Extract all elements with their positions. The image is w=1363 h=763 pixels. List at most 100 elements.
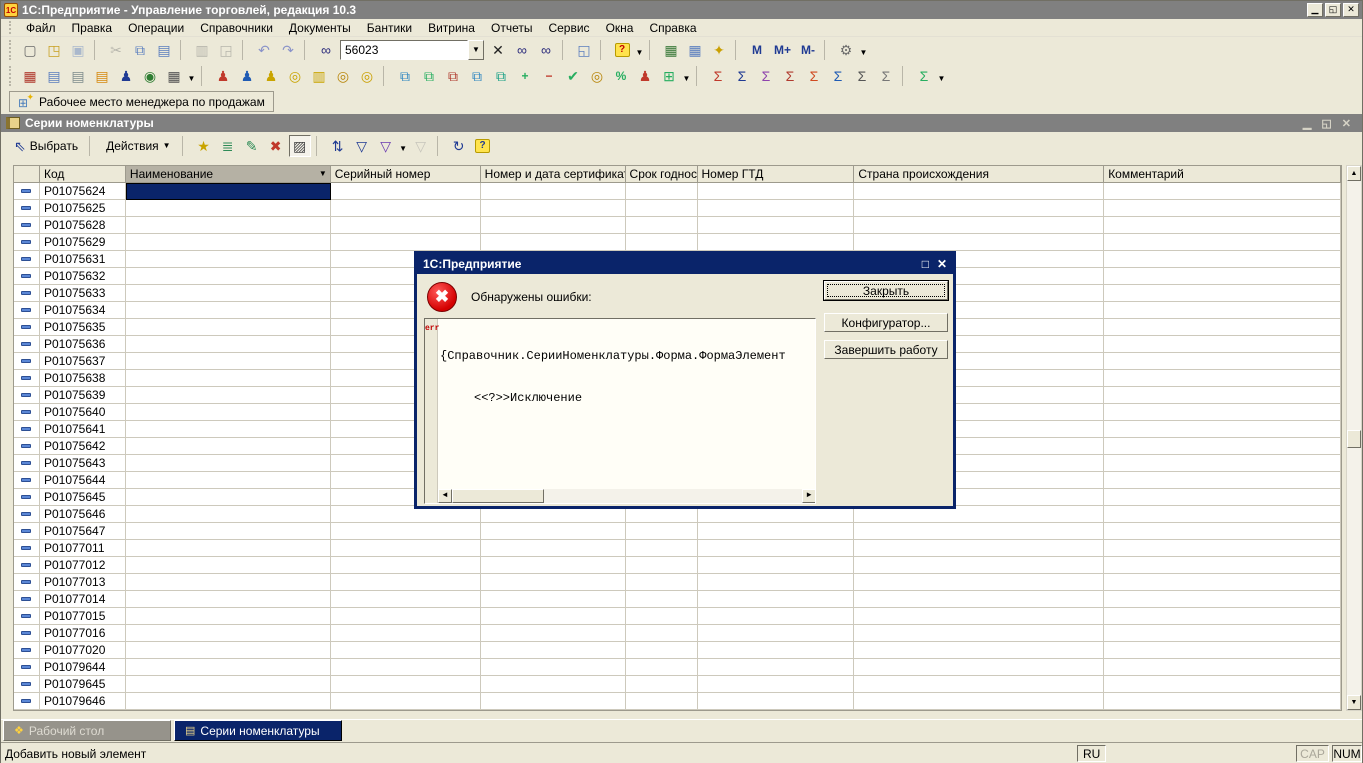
cell-country[interactable] xyxy=(854,200,1105,217)
cell-code[interactable]: P01075646 xyxy=(39,506,126,523)
cell-serial[interactable] xyxy=(330,200,481,217)
cell-certificate[interactable] xyxy=(480,693,626,710)
cell-code[interactable]: P01075641 xyxy=(39,421,126,438)
copy-button[interactable]: ⧉ xyxy=(129,39,151,61)
cell-comment[interactable] xyxy=(1104,540,1341,557)
cell-name[interactable] xyxy=(125,285,331,302)
cell-code[interactable]: P01075643 xyxy=(39,455,126,472)
report-cube-blue-button[interactable]: Σ xyxy=(827,65,849,87)
menu-vitrina[interactable]: Витрина xyxy=(420,20,483,36)
cell-gtd[interactable] xyxy=(697,676,855,693)
add-item-button[interactable]: ★ xyxy=(193,135,215,157)
cell-comment[interactable] xyxy=(1104,336,1341,353)
cell-name[interactable] xyxy=(125,251,331,268)
cell-country[interactable] xyxy=(854,625,1105,642)
table-row[interactable]: P01075628 xyxy=(14,217,1341,234)
cell-code[interactable]: P01075635 xyxy=(39,319,126,336)
cell-country[interactable] xyxy=(854,557,1105,574)
scroll-left-button[interactable]: ◄ xyxy=(438,489,452,503)
buyer-order-button[interactable]: ♟ xyxy=(212,65,234,87)
cell-gtd[interactable] xyxy=(697,183,855,200)
cell-certificate[interactable] xyxy=(480,234,626,251)
cell-expiry[interactable] xyxy=(625,540,698,557)
cell-certificate[interactable] xyxy=(480,540,626,557)
service-tools-button[interactable]: ⚙ xyxy=(835,39,857,61)
cell-name[interactable] xyxy=(125,336,331,353)
table-row[interactable]: P01077020 xyxy=(14,642,1341,659)
cell-code[interactable]: P01075629 xyxy=(39,234,126,251)
cell-expiry[interactable] xyxy=(625,642,698,659)
cell-comment[interactable] xyxy=(1104,217,1341,234)
cell-code[interactable]: P01075631 xyxy=(39,251,126,268)
service-tools-button-dropdown[interactable]: ▼ xyxy=(858,39,869,61)
cell-comment[interactable] xyxy=(1104,557,1341,574)
cell-country[interactable] xyxy=(854,540,1105,557)
menu-file[interactable]: Файл xyxy=(18,20,64,36)
cell-country[interactable] xyxy=(854,608,1105,625)
find-next-button[interactable]: ∞ xyxy=(511,39,533,61)
cell-name[interactable] xyxy=(125,659,331,676)
cell-gtd[interactable] xyxy=(697,574,855,591)
cell-name[interactable] xyxy=(125,625,331,642)
doc-client-button[interactable]: ♟ xyxy=(634,65,656,87)
memory-button[interactable]: М xyxy=(746,39,768,61)
cell-comment[interactable] xyxy=(1104,625,1341,642)
menu-edit[interactable]: Правка xyxy=(64,20,121,36)
cell-code[interactable]: P01077015 xyxy=(39,608,126,625)
cell-serial[interactable] xyxy=(330,642,481,659)
cell-name[interactable] xyxy=(125,387,331,404)
counterparties-button[interactable]: ♟ xyxy=(115,65,137,87)
cell-certificate[interactable] xyxy=(480,608,626,625)
cell-certificate[interactable] xyxy=(480,217,626,234)
pos-terminal-button[interactable]: ▦ xyxy=(163,65,185,87)
vertical-scrollbar[interactable]: ▲ ▼ xyxy=(1346,165,1362,711)
cell-country[interactable] xyxy=(854,591,1105,608)
cell-expiry[interactable] xyxy=(625,693,698,710)
configurator-button[interactable]: Конфигуратор... xyxy=(824,313,948,332)
buyer-invoice-button[interactable]: ♟ xyxy=(236,65,258,87)
cell-name[interactable] xyxy=(125,693,331,710)
close-error-button[interactable]: Закрыть xyxy=(824,281,948,300)
cell-certificate[interactable] xyxy=(480,574,626,591)
doc-currency-button[interactable]: ⧉ xyxy=(490,65,512,87)
memory-minus-button[interactable]: М- xyxy=(797,39,819,61)
cell-name[interactable] xyxy=(125,319,331,336)
column-header-expiry[interactable]: Срок годнос... xyxy=(625,166,698,183)
cell-name[interactable] xyxy=(125,421,331,438)
cell-gtd[interactable] xyxy=(697,234,855,251)
calculator-button[interactable]: ▦ xyxy=(660,39,682,61)
cell-name[interactable] xyxy=(125,217,331,234)
cell-gtd[interactable] xyxy=(697,591,855,608)
menu-catalogs[interactable]: Справочники xyxy=(192,20,281,36)
table-row[interactable]: P01077015 xyxy=(14,608,1341,625)
cell-serial[interactable] xyxy=(330,234,481,251)
table-row[interactable]: P01077016 xyxy=(14,625,1341,642)
doc-coins-button[interactable]: ◎ xyxy=(586,65,608,87)
cell-comment[interactable] xyxy=(1104,693,1341,710)
cell-country[interactable] xyxy=(854,217,1105,234)
cell-serial[interactable] xyxy=(330,574,481,591)
cell-code[interactable]: P01079645 xyxy=(39,676,126,693)
cell-country[interactable] xyxy=(854,659,1105,676)
table-row[interactable]: P01077012 xyxy=(14,557,1341,574)
table-row[interactable]: P01079645 xyxy=(14,676,1341,693)
cell-name[interactable] xyxy=(125,183,331,200)
cell-serial[interactable] xyxy=(330,557,481,574)
cell-code[interactable]: P01075642 xyxy=(39,438,126,455)
select-button[interactable]: ⇖ Выбрать xyxy=(7,135,85,157)
cell-name[interactable] xyxy=(125,472,331,489)
cell-name[interactable] xyxy=(125,438,331,455)
doc-percent-button[interactable]: % xyxy=(610,65,632,87)
cell-code[interactable]: P01075636 xyxy=(39,336,126,353)
fiscal-printer-button[interactable]: ▤ xyxy=(43,65,65,87)
cell-expiry[interactable] xyxy=(625,183,698,200)
cell-certificate[interactable] xyxy=(480,557,626,574)
cell-certificate[interactable] xyxy=(480,659,626,676)
doc-approve-button[interactable]: ✔ xyxy=(562,65,584,87)
sales-chart-button[interactable]: ▥ xyxy=(308,65,330,87)
menu-documents[interactable]: Документы xyxy=(281,20,359,36)
doc-incoming-button[interactable]: ⧉ xyxy=(394,65,416,87)
help-1c-button-dropdown[interactable]: ▼ xyxy=(634,39,645,61)
cell-comment[interactable] xyxy=(1104,370,1341,387)
cell-code[interactable]: P01075645 xyxy=(39,489,126,506)
